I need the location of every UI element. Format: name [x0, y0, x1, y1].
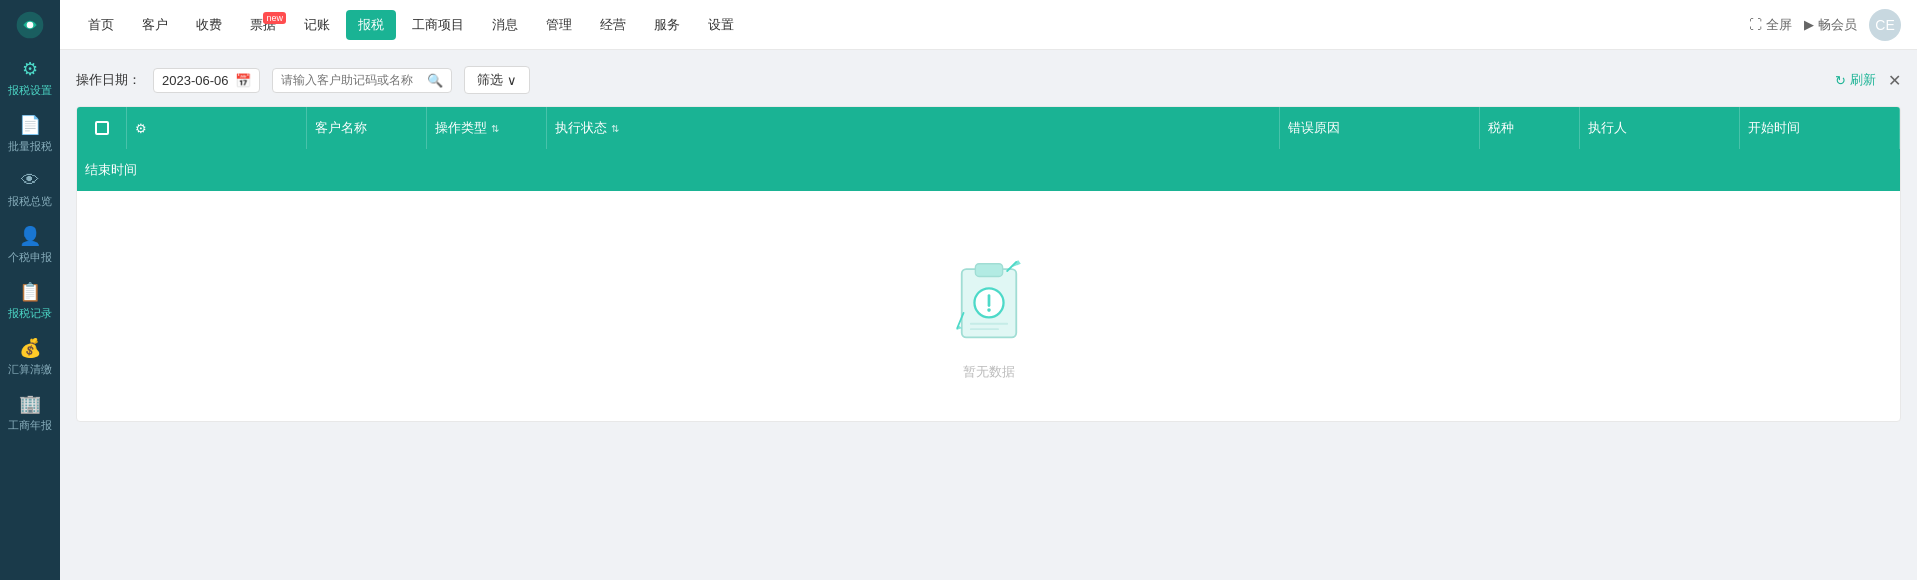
settings-icon[interactable]: ⚙ [135, 121, 147, 136]
baoshui-shezhi-icon: ⚙ [22, 58, 38, 80]
sort-exec-status-icon: ⇅ [611, 123, 619, 134]
th-executor: 执行人 [1580, 107, 1740, 149]
sidebar-item-gongshang-nianbao[interactable]: 🏢 工商年报 [0, 385, 60, 441]
chevron-down-icon: ∨ [507, 73, 517, 88]
nav-piaoju[interactable]: 票据 new [238, 10, 288, 40]
date-value: 2023-06-06 [162, 73, 229, 88]
sidebar-item-baoshui-shezhi[interactable]: ⚙ 报税设置 [0, 50, 60, 106]
sidebar-item-piliang-baoshui[interactable]: 📄 批量报税 [0, 106, 60, 162]
nav-shoufei[interactable]: 收费 [184, 10, 234, 40]
nav-customer[interactable]: 客户 [130, 10, 180, 40]
user-avatar[interactable]: CE [1869, 9, 1901, 41]
th-customer-name: 客户名称 [307, 107, 427, 149]
refresh-icon: ↻ [1835, 73, 1846, 88]
main-area: 首页 客户 收费 票据 new 记账 报税 工商项目 消息 管理 经营 服务 设… [60, 0, 1917, 580]
search-icon: 🔍 [427, 73, 443, 88]
nav-guanli[interactable]: 管理 [534, 10, 584, 40]
fullscreen-icon: ⛶ [1749, 17, 1762, 32]
th-error-reason: 错误原因 [1280, 107, 1480, 149]
piliang-baoshui-icon: 📄 [19, 114, 41, 136]
calendar-icon: 📅 [235, 73, 251, 88]
toolbar: 操作日期： 2023-06-06 📅 🔍 筛选 ∨ ↻ 刷新 [76, 66, 1901, 94]
empty-text: 暂无数据 [963, 363, 1015, 381]
baoshui-zonglang-icon: 👁 [21, 170, 39, 191]
data-table: ⚙ 客户名称 操作类型 ⇅ 执行状态 ⇅ 错误原因 [76, 106, 1901, 422]
sidebar-item-geshuishenbao[interactable]: 👤 个税申报 [0, 217, 60, 273]
fullscreen-button[interactable]: ⛶ 全屏 [1749, 16, 1792, 34]
sidebar-item-baoshui-jilu[interactable]: 📋 报税记录 [0, 273, 60, 329]
sort-operation-type-icon: ⇅ [491, 123, 499, 134]
date-label: 操作日期： [76, 71, 141, 89]
th-start-time: 开始时间 [1740, 107, 1900, 149]
toolbar-right: ↻ 刷新 ✕ [1835, 71, 1901, 90]
search-input[interactable] [281, 73, 423, 87]
nav-jingying[interactable]: 经营 [588, 10, 638, 40]
nav-gongshang[interactable]: 工商项目 [400, 10, 476, 40]
nav-home[interactable]: 首页 [76, 10, 126, 40]
sidebar-item-baoshui-zonglang[interactable]: 👁 报税总览 [0, 162, 60, 217]
filter-label: 筛选 [477, 71, 503, 89]
th-operation-type[interactable]: 操作类型 ⇅ [427, 107, 547, 149]
baoshui-jilu-icon: 📋 [19, 281, 41, 303]
th-settings: ⚙ [127, 107, 307, 149]
table-body: 暂无数据 [77, 191, 1900, 421]
th-end-time: 结束时间 [77, 149, 127, 191]
nav-jizhang[interactable]: 记账 [292, 10, 342, 40]
play-icon: ▶ [1804, 17, 1814, 32]
svg-rect-3 [975, 264, 1002, 277]
huisuan-icon: 💰 [19, 337, 41, 359]
search-box[interactable]: 🔍 [272, 68, 452, 93]
nav-baoshui[interactable]: 报税 [346, 10, 396, 40]
gongshang-nianbao-icon: 🏢 [19, 393, 41, 415]
th-exec-status[interactable]: 执行状态 ⇅ [547, 107, 1280, 149]
nav-fuwu[interactable]: 服务 [642, 10, 692, 40]
member-button[interactable]: ▶ 畅会员 [1804, 16, 1857, 34]
topnav-right: ⛶ 全屏 ▶ 畅会员 CE [1749, 9, 1901, 41]
content-area: 操作日期： 2023-06-06 📅 🔍 筛选 ∨ ↻ 刷新 [60, 50, 1917, 580]
sidebar-item-huisuan-jiaoshu[interactable]: 💰 汇算清缴 [0, 329, 60, 385]
svg-point-1 [27, 22, 34, 29]
nav-shezhi[interactable]: 设置 [696, 10, 746, 40]
empty-illustration [939, 251, 1039, 351]
sidebar: ⚙ 报税设置 📄 批量报税 👁 报税总览 👤 个税申报 📋 报税记录 💰 汇算清… [0, 0, 60, 580]
sidebar-logo [0, 0, 60, 50]
th-tax-type: 税种 [1480, 107, 1580, 149]
empty-state: 暂无数据 [77, 191, 1900, 421]
table-header: ⚙ 客户名称 操作类型 ⇅ 执行状态 ⇅ 错误原因 [77, 107, 1900, 191]
filter-button[interactable]: 筛选 ∨ [464, 66, 530, 94]
geshuishenbao-icon: 👤 [19, 225, 41, 247]
refresh-button[interactable]: ↻ 刷新 [1835, 71, 1876, 89]
th-checkbox[interactable] [77, 107, 127, 149]
svg-point-6 [987, 308, 991, 312]
nav-xiaoxi[interactable]: 消息 [480, 10, 530, 40]
date-picker[interactable]: 2023-06-06 📅 [153, 68, 260, 93]
new-badge: new [263, 12, 286, 25]
page-content: 操作日期： 2023-06-06 📅 🔍 筛选 ∨ ↻ 刷新 [60, 50, 1917, 580]
top-navigation: 首页 客户 收费 票据 new 记账 报税 工商项目 消息 管理 经营 服务 设… [60, 0, 1917, 50]
select-all-checkbox[interactable] [95, 121, 109, 135]
close-button[interactable]: ✕ [1888, 71, 1901, 90]
